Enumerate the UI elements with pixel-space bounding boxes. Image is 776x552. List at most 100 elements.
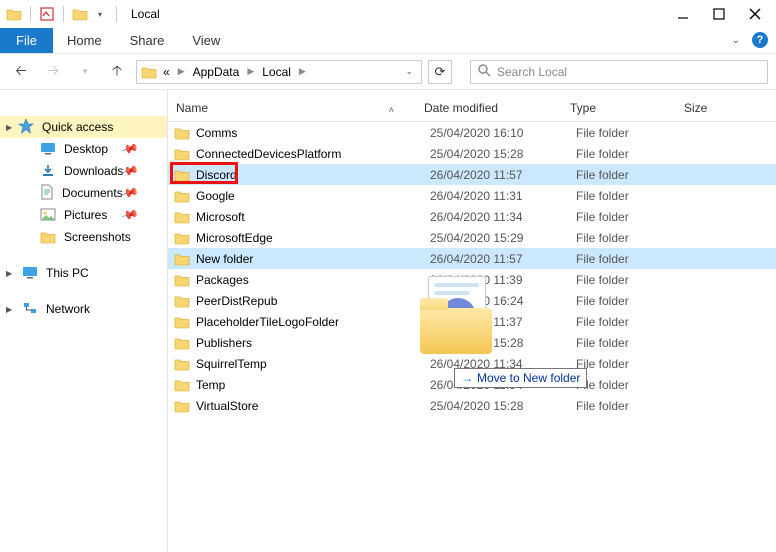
back-button[interactable]: 🡠 xyxy=(8,59,34,85)
chevron-right-icon[interactable]: ▶ xyxy=(6,269,12,278)
column-name[interactable]: Name˄ xyxy=(168,101,424,115)
open-folder-icon[interactable] xyxy=(72,6,88,22)
chevron-right-icon[interactable]: ▶ xyxy=(297,66,308,77)
column-size[interactable]: Size xyxy=(684,101,776,115)
window-title: Local xyxy=(131,7,160,21)
column-date[interactable]: Date modified xyxy=(424,101,570,115)
cell-date: 26/04/2020 11:34 xyxy=(430,210,576,224)
folder-icon xyxy=(141,65,157,79)
table-row[interactable]: ConnectedDevicesPlatform25/04/2020 15:28… xyxy=(168,143,776,164)
network-icon xyxy=(22,301,38,318)
search-input[interactable] xyxy=(497,65,761,79)
folder-icon xyxy=(174,315,190,329)
table-row[interactable]: Publishers25/04/2020 15:28File folder xyxy=(168,332,776,353)
ribbon-expand-icon[interactable]: ⌄ xyxy=(724,28,748,53)
table-row[interactable]: Google26/04/2020 11:31File folder xyxy=(168,185,776,206)
sidebar-item-label: Documents xyxy=(62,186,123,200)
cell-date: 26/04/2020 11:57 xyxy=(430,252,576,266)
sidebar-network[interactable]: ▶ Network xyxy=(0,298,167,320)
sidebar-item-label: Network xyxy=(46,302,90,316)
address-bar[interactable]: « ▶ AppData ▶ Local ▶ ⌄ xyxy=(136,60,422,84)
cell-date: 25/04/2020 16:24 xyxy=(430,294,576,308)
column-type[interactable]: Type xyxy=(570,101,684,115)
folder-icon xyxy=(174,357,190,371)
properties-icon[interactable] xyxy=(39,6,55,22)
forward-button[interactable]: 🡢 xyxy=(40,59,66,85)
tab-share[interactable]: Share xyxy=(116,28,179,53)
breadcrumb-appdata[interactable]: AppData xyxy=(189,65,244,79)
cell-date: 25/04/2020 15:29 xyxy=(430,231,576,245)
sidebar-item-documents[interactable]: Documents 📌 xyxy=(0,182,167,204)
close-button[interactable] xyxy=(748,7,762,21)
sidebar-item-pictures[interactable]: Pictures 📌 xyxy=(0,204,167,226)
table-row[interactable]: Packages26/04/2020 11:39File folder xyxy=(168,269,776,290)
table-row[interactable]: PlaceholderTileLogoFolder26/04/2020 11:3… xyxy=(168,311,776,332)
sidebar-quick-access[interactable]: ▶ Quick access xyxy=(0,116,167,138)
star-icon xyxy=(18,118,34,137)
downloads-icon xyxy=(40,163,56,180)
chevron-right-icon[interactable]: ▶ xyxy=(176,66,187,77)
desktop-icon xyxy=(40,141,56,158)
table-row[interactable]: PeerDistRepub25/04/2020 16:24File folder xyxy=(168,290,776,311)
address-dropdown-icon[interactable]: ⌄ xyxy=(401,66,417,77)
sidebar-item-label: This PC xyxy=(46,266,89,280)
cell-name: Discord xyxy=(196,168,430,182)
sidebar-item-desktop[interactable]: Desktop 📌 xyxy=(0,138,167,160)
tab-view[interactable]: View xyxy=(178,28,234,53)
cell-name: SquirrelTemp xyxy=(196,357,430,371)
cell-type: File folder xyxy=(576,147,690,161)
folder-icon xyxy=(6,6,22,22)
cell-type: File folder xyxy=(576,231,690,245)
table-row[interactable]: New folder26/04/2020 11:57File folder xyxy=(168,248,776,269)
documents-icon xyxy=(40,184,54,203)
tab-home[interactable]: Home xyxy=(53,28,116,53)
table-row[interactable]: Comms25/04/2020 16:10File folder xyxy=(168,122,776,143)
table-row[interactable]: VirtualStore25/04/2020 15:28File folder xyxy=(168,395,776,416)
drag-tooltip: → Move to New folder xyxy=(454,368,587,388)
cell-name: Comms xyxy=(196,126,430,140)
chevron-right-icon[interactable]: ▶ xyxy=(6,305,12,314)
cell-name: Microsoft xyxy=(196,210,430,224)
cell-date: 26/04/2020 11:31 xyxy=(430,189,576,203)
folder-icon xyxy=(174,126,190,140)
sidebar-item-screenshots[interactable]: Screenshots xyxy=(0,226,167,248)
pin-icon: 📌 xyxy=(120,205,140,225)
titlebar: ▾ Local xyxy=(0,0,776,28)
cell-name: Packages xyxy=(196,273,430,287)
folder-icon xyxy=(174,147,190,161)
cell-name: MicrosoftEdge xyxy=(196,231,430,245)
tab-file[interactable]: File xyxy=(0,28,53,53)
cell-type: File folder xyxy=(576,273,690,287)
sidebar-item-label: Pictures xyxy=(64,208,107,222)
folder-icon xyxy=(174,378,190,392)
refresh-button[interactable]: ⟳ xyxy=(428,60,452,84)
content-area: Name˄ Date modified Type Size Comms25/04… xyxy=(168,90,776,552)
sort-asc-icon: ˄ xyxy=(389,105,394,115)
recent-dropdown-icon[interactable]: ▾ xyxy=(72,59,98,85)
table-row[interactable]: Microsoft26/04/2020 11:34File folder xyxy=(168,206,776,227)
folder-icon xyxy=(174,168,190,182)
folder-icon xyxy=(40,230,56,244)
sidebar-this-pc[interactable]: ▶ This PC xyxy=(0,262,167,284)
up-button[interactable]: 🡡 xyxy=(104,59,130,85)
nav-row: 🡠 🡢 ▾ 🡡 « ▶ AppData ▶ Local ▶ ⌄ ⟳ xyxy=(0,54,776,90)
breadcrumb-ellipsis[interactable]: « xyxy=(159,65,174,79)
help-icon[interactable]: ? xyxy=(752,32,768,48)
cell-name: ConnectedDevicesPlatform xyxy=(196,147,430,161)
folder-icon xyxy=(174,399,190,413)
cell-name: PeerDistRepub xyxy=(196,294,430,308)
sidebar-item-downloads[interactable]: Downloads 📌 xyxy=(0,160,167,182)
folder-icon xyxy=(174,294,190,308)
search-box[interactable] xyxy=(470,60,768,84)
breadcrumb-local[interactable]: Local xyxy=(258,65,295,79)
qat-dropdown-icon[interactable]: ▾ xyxy=(92,6,108,22)
table-row[interactable]: Discord26/04/2020 11:57File folder xyxy=(168,164,776,185)
folder-icon xyxy=(174,252,190,266)
chevron-right-icon[interactable]: ▶ xyxy=(245,66,256,77)
cell-date: 26/04/2020 11:37 xyxy=(430,315,576,329)
chevron-right-icon[interactable]: ▶ xyxy=(6,123,12,132)
maximize-button[interactable] xyxy=(712,7,726,21)
table-row[interactable]: MicrosoftEdge25/04/2020 15:29File folder xyxy=(168,227,776,248)
minimize-button[interactable] xyxy=(676,7,690,21)
column-headers: Name˄ Date modified Type Size xyxy=(168,94,776,122)
